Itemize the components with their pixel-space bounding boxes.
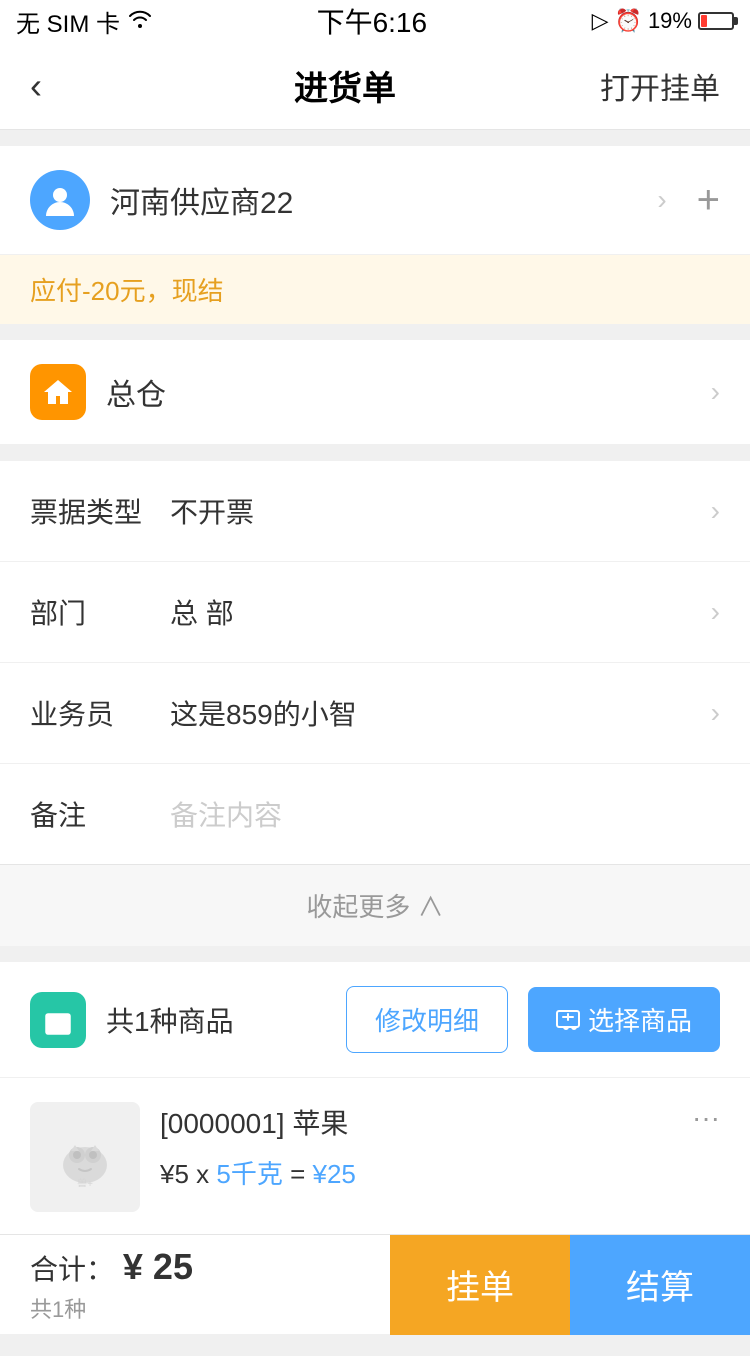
remark-input[interactable]: 备注内容 [150,794,720,834]
product-info: [0000001] 苹果 ¥5 x 5千克 = ¥25 [160,1102,672,1191]
product-header: 共1种商品 修改明细 选择商品 [0,962,750,1077]
supplier-name: 河南供应商22 [110,178,657,222]
warehouse-icon [30,364,86,420]
location-icon: ▷ [592,8,609,34]
total-section: 合计： ¥ 25 共1种 [0,1246,390,1324]
battery-percent: 19% [648,8,692,34]
remark-row[interactable]: 备注 备注内容 [0,763,750,864]
invoice-type-arrow: › [711,495,720,527]
section-gap-3 [0,444,750,460]
select-product-button[interactable]: 选择商品 [528,987,720,1052]
nav-bar: ‹ 进货单 打开挂单 [0,42,750,130]
form-section: 票据类型 不开票 › 部门 总 部 › 业务员 这是859的小智 › 备注 备注… [0,460,750,864]
status-bar: 无 SIM 卡 下午6:16 ▷ ⏰ 19% [0,0,750,42]
status-right: ▷ ⏰ 19% [592,8,734,34]
salesperson-row[interactable]: 业务员 这是859的小智 › [0,662,750,763]
product-more-button[interactable]: ··· [692,1102,720,1134]
warehouse-row[interactable]: 总仓 › [0,340,750,444]
section-gap-1 [0,130,750,146]
settle-button[interactable]: 结算 [570,1235,750,1335]
total-label: 合计： [30,1254,114,1285]
cart-icon [556,1008,580,1032]
total-amount: 合计： ¥ 25 [30,1246,360,1288]
product-count: 共1种商品 [106,1000,326,1040]
quantity-value: 5千克 [216,1159,282,1189]
page-title: 进货单 [294,61,396,110]
battery-icon [698,12,734,30]
supplier-arrow-icon: › [657,184,666,216]
edit-detail-button[interactable]: 修改明细 [346,986,508,1053]
open-pending-button[interactable]: 打开挂单 [600,64,720,108]
svg-text:兽+: 兽+ [77,1177,93,1187]
price-value: ¥5 [160,1159,189,1189]
collapse-button[interactable]: 收起更多 ∧ [0,864,750,946]
wifi-icon [128,7,152,35]
owl-icon: 兽+ [55,1127,115,1187]
select-product-label: 选择商品 [588,1001,692,1038]
status-left: 无 SIM 卡 [16,4,152,39]
equals-sign: = [290,1159,312,1189]
add-supplier-button[interactable]: + [697,178,720,223]
product-icon [30,992,86,1048]
warehouse-arrow-icon: › [711,376,720,408]
product-thumbnail: 兽+ [30,1102,140,1212]
total-value: ¥25 [313,1159,356,1189]
pend-button[interactable]: 挂单 [390,1235,570,1335]
department-value: 总 部 [150,592,711,632]
product-name: [0000001] 苹果 [160,1102,672,1142]
salesperson-value: 这是859的小智 [150,693,711,733]
warehouse-name: 总仓 [106,370,711,414]
invoice-type-label: 票据类型 [30,491,150,531]
product-price: ¥5 x 5千克 = ¥25 [160,1154,672,1191]
product-item: 兽+ [0000001] 苹果 ¥5 x 5千克 = ¥25 ··· [0,1077,750,1236]
department-label: 部门 [30,592,150,632]
invoice-type-row[interactable]: 票据类型 不开票 › [0,460,750,561]
remark-label: 备注 [30,794,150,834]
total-value: ¥ 25 [123,1246,193,1287]
salesperson-arrow: › [711,697,720,729]
supplier-avatar [30,170,90,230]
notice-bar: 应付-20元，现结 [0,255,750,324]
person-icon [42,182,78,218]
product-id: [0000001] [160,1108,285,1139]
alarm-icon: ⏰ [615,8,642,34]
invoice-type-value: 不开票 [150,491,711,531]
department-row[interactable]: 部门 总 部 › [0,561,750,662]
total-count: 共1种 [30,1292,360,1324]
house-icon [42,376,74,408]
salesperson-label: 业务员 [30,693,150,733]
carrier-text: 无 SIM 卡 [16,4,120,39]
price-separator: x [196,1159,216,1189]
bottom-bar: 合计： ¥ 25 共1种 挂单 结算 [0,1234,750,1334]
department-arrow: › [711,596,720,628]
status-time: 下午6:16 [317,1,428,41]
product-fruit-name: 苹果 [292,1108,348,1139]
supplier-row[interactable]: 河南供应商22 › + [0,146,750,255]
section-gap-2 [0,324,750,340]
bag-icon [42,1004,74,1036]
back-button[interactable]: ‹ [30,65,90,107]
section-gap-4 [0,946,750,962]
